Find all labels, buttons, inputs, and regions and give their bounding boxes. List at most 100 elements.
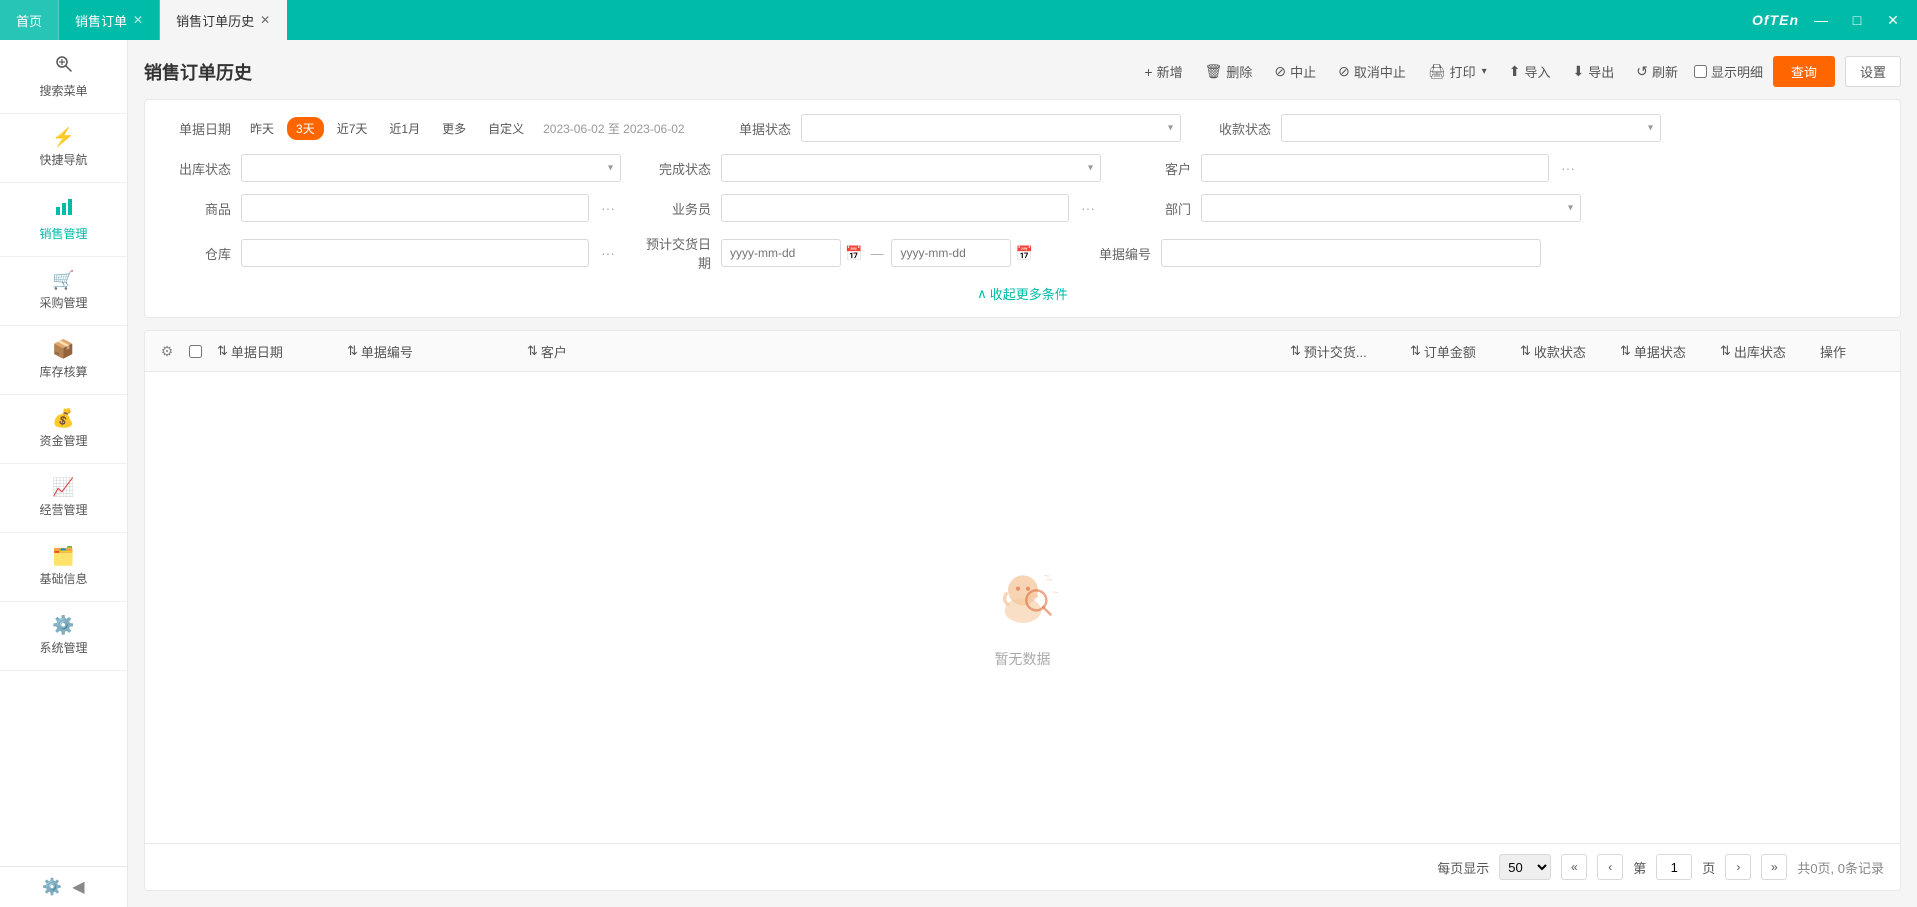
page-input[interactable] (1656, 854, 1692, 880)
page-first-btn[interactable]: « (1561, 854, 1587, 880)
window-controls: OfTEn — □ ✕ (1752, 0, 1917, 40)
doc-number-label: 单据编号 (1081, 244, 1161, 263)
customer-control: ··· (1201, 154, 1581, 182)
col-header-delivery[interactable]: ⇅ 预计交货... (1282, 342, 1402, 361)
collapse-btn[interactable]: ∧ 收起更多条件 (977, 284, 1068, 303)
delete-btn[interactable]: 🗑 删除 (1199, 58, 1259, 85)
delivery-date-start-cal[interactable]: 📅 (845, 245, 862, 262)
new-btn[interactable]: + 新增 (1138, 58, 1188, 85)
sidebar-item-quick-nav[interactable]: ⚡ 快捷导航 (0, 114, 127, 183)
tab-sales-order-close[interactable]: ✕ (133, 13, 143, 27)
ops-mgmt-icon: 📈 (52, 478, 74, 496)
date-tab-more[interactable]: 更多 (433, 117, 475, 140)
settings-icon[interactable]: ⚙️ (42, 877, 62, 897)
doc-status-control: ▾ (801, 114, 1181, 142)
inventory-icon: 📦 (52, 340, 74, 358)
empty-text: 暂无数据 (995, 649, 1051, 669)
col-header-docno[interactable]: ⇅ 单据编号 (339, 342, 519, 361)
product-ellipsis[interactable]: ··· (595, 198, 621, 218)
sidebar-item-purchase-mgmt[interactable]: 🛒 采购管理 (0, 257, 127, 326)
export-btn[interactable]: ⬇ 导出 (1566, 58, 1620, 85)
complete-status-select-wrapper: ▾ (721, 154, 1101, 182)
sidebar-item-base-info[interactable]: 🗂️ 基础信息 (0, 533, 127, 602)
doc-number-input[interactable] (1161, 239, 1541, 267)
sidebar-item-sys-mgmt[interactable]: ⚙️ 系统管理 (0, 602, 127, 671)
product-input[interactable] (241, 194, 589, 222)
cancel-stop-icon: ⊘ (1338, 63, 1350, 80)
page-last-btn[interactable]: » (1761, 854, 1787, 880)
page-next-btn[interactable]: › (1725, 854, 1751, 880)
col-header-doc-status[interactable]: ⇅ 单据状态 (1612, 342, 1712, 361)
customer-ellipsis[interactable]: ··· (1555, 158, 1581, 178)
base-info-icon: 🗂️ (52, 547, 74, 565)
date-tab-7days[interactable]: 近7天 (328, 117, 377, 140)
warehouse-ellipsis[interactable]: ··· (595, 243, 621, 263)
complete-status-control: ▾ (721, 154, 1101, 182)
salesperson-input[interactable] (721, 194, 1069, 222)
out-status-select[interactable] (241, 154, 621, 182)
tab-sales-order[interactable]: 销售订单 ✕ (59, 0, 160, 40)
display-detail-checkbox[interactable]: 显示明细 (1694, 62, 1763, 81)
doc-status-select[interactable] (801, 114, 1181, 142)
doc-date-range: 2023-06-02 至 2023-06-02 (543, 120, 684, 137)
cancel-stop-btn[interactable]: ⊘ 取消中止 (1332, 58, 1412, 85)
filter-row-2: 出库状态 ▾ 完成状态 ▾ (161, 154, 1884, 182)
delivery-date-end[interactable] (891, 239, 1011, 267)
filter-panel: 单据日期 昨天 3天 近7天 近1月 更多 自定义 2023-06-02 至 2… (144, 99, 1901, 318)
out-status-label: 出库状态 (161, 159, 241, 178)
col-out-status-label: 出库状态 (1734, 342, 1786, 361)
tab-sales-order-history[interactable]: 销售订单历史 ✕ (160, 0, 287, 40)
delivery-date-start[interactable] (721, 239, 841, 267)
date-tab-1month[interactable]: 近1月 (380, 117, 429, 140)
collapse-row: ∧ 收起更多条件 (161, 284, 1884, 303)
table-container: ⚙ ⇅ 单据日期 ⇅ 单据编号 ⇅ 客户 ⇅ 预计交货. (144, 330, 1901, 891)
settings-button[interactable]: 设置 (1845, 56, 1901, 87)
table-checkbox-all[interactable] (181, 345, 209, 358)
refresh-btn[interactable]: ↺ 刷新 (1630, 58, 1684, 85)
sidebar-label-quick-nav: 快捷导航 (39, 151, 87, 168)
col-header-out-status[interactable]: ⇅ 出库状态 (1712, 342, 1812, 361)
sidebar-item-inventory[interactable]: 📦 库存核算 (0, 326, 127, 395)
date-tab-custom[interactable]: 自定义 (479, 117, 533, 140)
col-header-customer[interactable]: ⇅ 客户 (519, 342, 1282, 361)
top-bar: 首页 销售订单 ✕ 销售订单历史 ✕ OfTEn — □ ✕ (0, 0, 1917, 40)
complete-status-select[interactable] (721, 154, 1101, 182)
pay-status-select[interactable] (1281, 114, 1661, 142)
salesperson-ellipsis[interactable]: ··· (1075, 198, 1101, 218)
col-header-date[interactable]: ⇅ 单据日期 (209, 342, 339, 361)
svg-text:~: ~ (1043, 570, 1049, 582)
sidebar-item-finance[interactable]: 💰 资金管理 (0, 395, 127, 464)
sidebar-item-ops-mgmt[interactable]: 📈 经营管理 (0, 464, 127, 533)
tab-sales-order-history-close[interactable]: ✕ (260, 13, 270, 27)
finance-icon: 💰 (52, 409, 74, 427)
date-tab-3days[interactable]: 3天 (287, 117, 324, 140)
col-header-pay-status[interactable]: ⇅ 收款状态 (1512, 342, 1612, 361)
sidebar-item-sales-mgmt[interactable]: 销售管理 (0, 183, 127, 257)
delivery-date-end-cal[interactable]: 📅 (1015, 245, 1032, 262)
page-prev-btn[interactable]: ‹ (1597, 854, 1623, 880)
minimize-btn[interactable]: — (1807, 6, 1835, 34)
customer-input[interactable] (1201, 154, 1549, 182)
date-tab-yesterday[interactable]: 昨天 (241, 117, 283, 140)
stop-btn[interactable]: ⊘ 中止 (1268, 58, 1322, 85)
col-action-label: 操作 (1820, 342, 1846, 361)
table-settings-btn[interactable]: ⚙ (153, 337, 181, 365)
department-select[interactable] (1201, 194, 1581, 222)
close-btn[interactable]: ✕ (1879, 6, 1907, 34)
col-header-amount[interactable]: ⇅ 订单金额 (1402, 342, 1512, 361)
query-button[interactable]: 查询 (1773, 56, 1835, 87)
page-header: 销售订单历史 + 新增 🗑 删除 ⊘ 中止 ⊘ 取消中止 (144, 56, 1901, 87)
import-btn[interactable]: ⬆ 导入 (1503, 58, 1557, 85)
tab-home[interactable]: 首页 (0, 0, 59, 40)
select-all-checkbox[interactable] (189, 345, 202, 358)
sidebar-item-search-menu[interactable]: 搜索菜单 (0, 40, 127, 114)
print-btn[interactable]: 🖨 打印 (1422, 58, 1493, 85)
warehouse-control: ··· (241, 239, 621, 267)
maximize-btn[interactable]: □ (1843, 6, 1871, 34)
collapse-sidebar-icon[interactable]: ◀ (72, 877, 84, 897)
display-detail-input[interactable] (1694, 65, 1707, 78)
empty-state: ~ ~ ~ 暂无数据 (145, 372, 1900, 843)
warehouse-input[interactable] (241, 239, 589, 267)
toolbar: + 新增 🗑 删除 ⊘ 中止 ⊘ 取消中止 🖨 打印 (1138, 56, 1901, 87)
page-size-select[interactable]: 50 10 20 100 (1499, 854, 1551, 880)
